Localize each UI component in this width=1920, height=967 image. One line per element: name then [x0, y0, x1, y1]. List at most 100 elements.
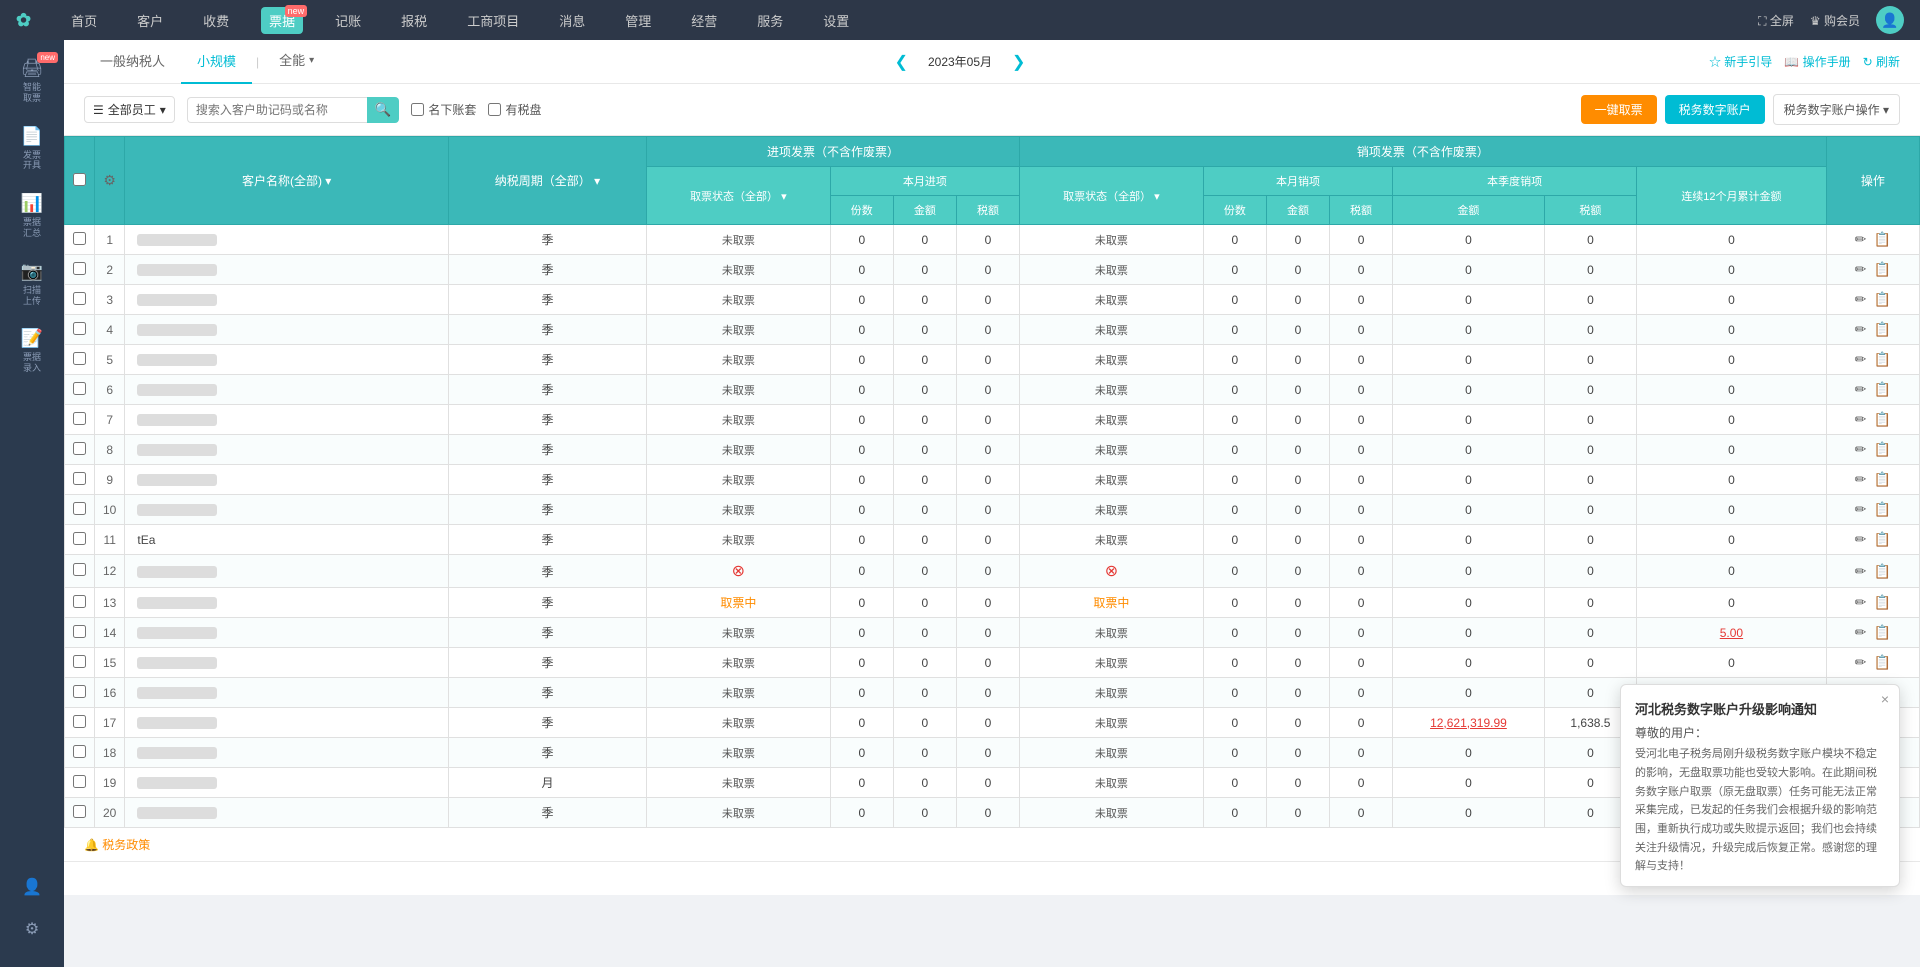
row-checkbox[interactable] [73, 262, 86, 275]
nav-tax[interactable]: 报税 [393, 7, 435, 34]
row-checkbox[interactable] [73, 625, 86, 638]
nav-business[interactable]: 工商项目 [459, 7, 527, 34]
copy-icon[interactable]: 📋 [1874, 441, 1891, 457]
edit-icon[interactable]: ✏ [1855, 531, 1867, 547]
edit-icon[interactable]: ✏ [1855, 471, 1867, 487]
digital-account-btn[interactable]: 税务数字账户 [1665, 95, 1765, 124]
nav-messages[interactable]: 消息 [551, 7, 593, 34]
tax-policy-icon: 🔔 [84, 838, 99, 852]
config-icon[interactable]: ⚙ [103, 172, 116, 188]
row-checkbox[interactable] [73, 442, 86, 455]
nav-billing[interactable]: 收费 [195, 7, 237, 34]
copy-icon[interactable]: 📋 [1874, 291, 1891, 307]
quarter-tax-cell: 0 [1544, 435, 1636, 465]
nav-invoices[interactable]: 票据 new [261, 7, 303, 34]
edit-icon[interactable]: ✏ [1855, 291, 1867, 307]
sidebar-item-settings[interactable]: ⚙ [18, 911, 46, 947]
row-checkbox[interactable] [73, 532, 86, 545]
nav-home[interactable]: 首页 [63, 7, 105, 34]
nav-management[interactable]: 管理 [617, 7, 659, 34]
row-checkbox[interactable] [73, 472, 86, 485]
row-checkbox[interactable] [73, 232, 86, 245]
refresh-link[interactable]: ↻ 刷新 [1863, 53, 1900, 70]
edit-icon[interactable]: ✏ [1855, 381, 1867, 397]
row-checkbox[interactable] [73, 745, 86, 758]
tax-disc-checkbox[interactable] [488, 103, 501, 116]
copy-icon[interactable]: 📋 [1874, 624, 1891, 640]
sidebar-item-smart-invoice[interactable]: 🖨 智能取票 new [0, 50, 64, 112]
in-amount-cell: 0 [893, 375, 956, 405]
copy-icon[interactable]: 📋 [1874, 563, 1891, 579]
in-tax-cell: 0 [956, 588, 1019, 618]
tab-general-taxpayer[interactable]: 一般纳税人 [84, 40, 181, 84]
employee-select[interactable]: ☰ 全部员工 ▾ [84, 96, 175, 123]
new-user-guide-link[interactable]: ☆ 新手引导 [1709, 53, 1772, 70]
copy-icon[interactable]: 📋 [1874, 501, 1891, 517]
row-checkbox[interactable] [73, 655, 86, 668]
row-checkbox[interactable] [73, 382, 86, 395]
copy-icon[interactable]: 📋 [1874, 381, 1891, 397]
member-btn[interactable]: ♛ 购会员 [1810, 12, 1860, 29]
row-checkbox[interactable] [73, 352, 86, 365]
row-checkbox[interactable] [73, 775, 86, 788]
edit-icon[interactable]: ✏ [1855, 231, 1867, 247]
copy-icon[interactable]: 📋 [1874, 321, 1891, 337]
sidebar-item-invoice-entry[interactable]: 📝 票据录入 [0, 320, 64, 382]
edit-icon[interactable]: ✏ [1855, 563, 1867, 579]
edit-icon[interactable]: ✏ [1855, 501, 1867, 517]
nav-clients[interactable]: 客户 [129, 7, 171, 34]
row-checkbox[interactable] [73, 715, 86, 728]
copy-icon[interactable]: 📋 [1874, 411, 1891, 427]
copy-icon[interactable]: 📋 [1874, 654, 1891, 670]
nav-services[interactable]: 服务 [749, 7, 791, 34]
copy-icon[interactable]: 📋 [1874, 531, 1891, 547]
prev-month-btn[interactable]: ❮ [883, 52, 920, 72]
row-checkbox[interactable] [73, 595, 86, 608]
search-button[interactable]: 🔍 [367, 97, 400, 123]
select-all-checkbox[interactable] [73, 173, 86, 186]
edit-icon[interactable]: ✏ [1855, 351, 1867, 367]
avatar[interactable]: 👤 [1876, 6, 1904, 34]
edit-icon[interactable]: ✏ [1855, 261, 1867, 277]
edit-icon[interactable]: ✏ [1855, 654, 1867, 670]
copy-icon[interactable]: 📋 [1874, 471, 1891, 487]
tax-disc-checkbox-label[interactable]: 有税盘 [488, 101, 541, 118]
edit-icon[interactable]: ✏ [1855, 321, 1867, 337]
in-status-cell: 未取票 [646, 375, 830, 405]
row-checkbox[interactable] [73, 805, 86, 818]
one-key-invoice-btn[interactable]: 一键取票 [1581, 95, 1657, 124]
row-checkbox[interactable] [73, 685, 86, 698]
row-checkbox[interactable] [73, 502, 86, 515]
edit-icon[interactable]: ✏ [1855, 441, 1867, 457]
nav-settings[interactable]: 设置 [815, 7, 857, 34]
tab-all-capabilities[interactable]: 全能 ▾ [263, 40, 330, 84]
fullscreen-btn[interactable]: ⛶ 全屏 [1758, 12, 1794, 29]
next-month-btn[interactable]: ❯ [1000, 52, 1037, 72]
operation-manual-link[interactable]: 📖 操作手册 [1784, 53, 1850, 70]
notification-close-btn[interactable]: × [1881, 691, 1889, 707]
copy-icon[interactable]: 📋 [1874, 594, 1891, 610]
tab-small-scale[interactable]: 小规模 [181, 40, 252, 84]
row-checkbox[interactable] [73, 322, 86, 335]
sub-account-checkbox-label[interactable]: 名下账套 [411, 101, 476, 118]
row-checkbox[interactable] [73, 292, 86, 305]
sidebar-item-scan-upload[interactable]: 📷 扫描上传 [0, 253, 64, 315]
copy-icon[interactable]: 📋 [1874, 231, 1891, 247]
edit-icon[interactable]: ✏ [1855, 411, 1867, 427]
row-checkbox[interactable] [73, 563, 86, 576]
edit-icon[interactable]: ✏ [1855, 624, 1867, 640]
nav-accounting[interactable]: 记账 [327, 7, 369, 34]
digital-account-ops-btn[interactable]: 税务数字账户操作 ▾ [1773, 94, 1900, 125]
in-tax-cell: 0 [956, 768, 1019, 798]
copy-icon[interactable]: 📋 [1874, 261, 1891, 277]
edit-icon[interactable]: ✏ [1855, 594, 1867, 610]
nav-operations[interactable]: 经营 [683, 7, 725, 34]
row-checkbox[interactable] [73, 412, 86, 425]
sidebar-item-user[interactable]: 👤 [18, 869, 46, 905]
search-input[interactable] [187, 97, 367, 123]
sub-account-checkbox[interactable] [411, 103, 424, 116]
row-checkbox-cell [65, 738, 95, 768]
sidebar-item-invoice-summary[interactable]: 📊 票据汇总 [0, 185, 64, 247]
sidebar-item-open-invoice[interactable]: 📄 发票开具 [0, 118, 64, 180]
copy-icon[interactable]: 📋 [1874, 351, 1891, 367]
